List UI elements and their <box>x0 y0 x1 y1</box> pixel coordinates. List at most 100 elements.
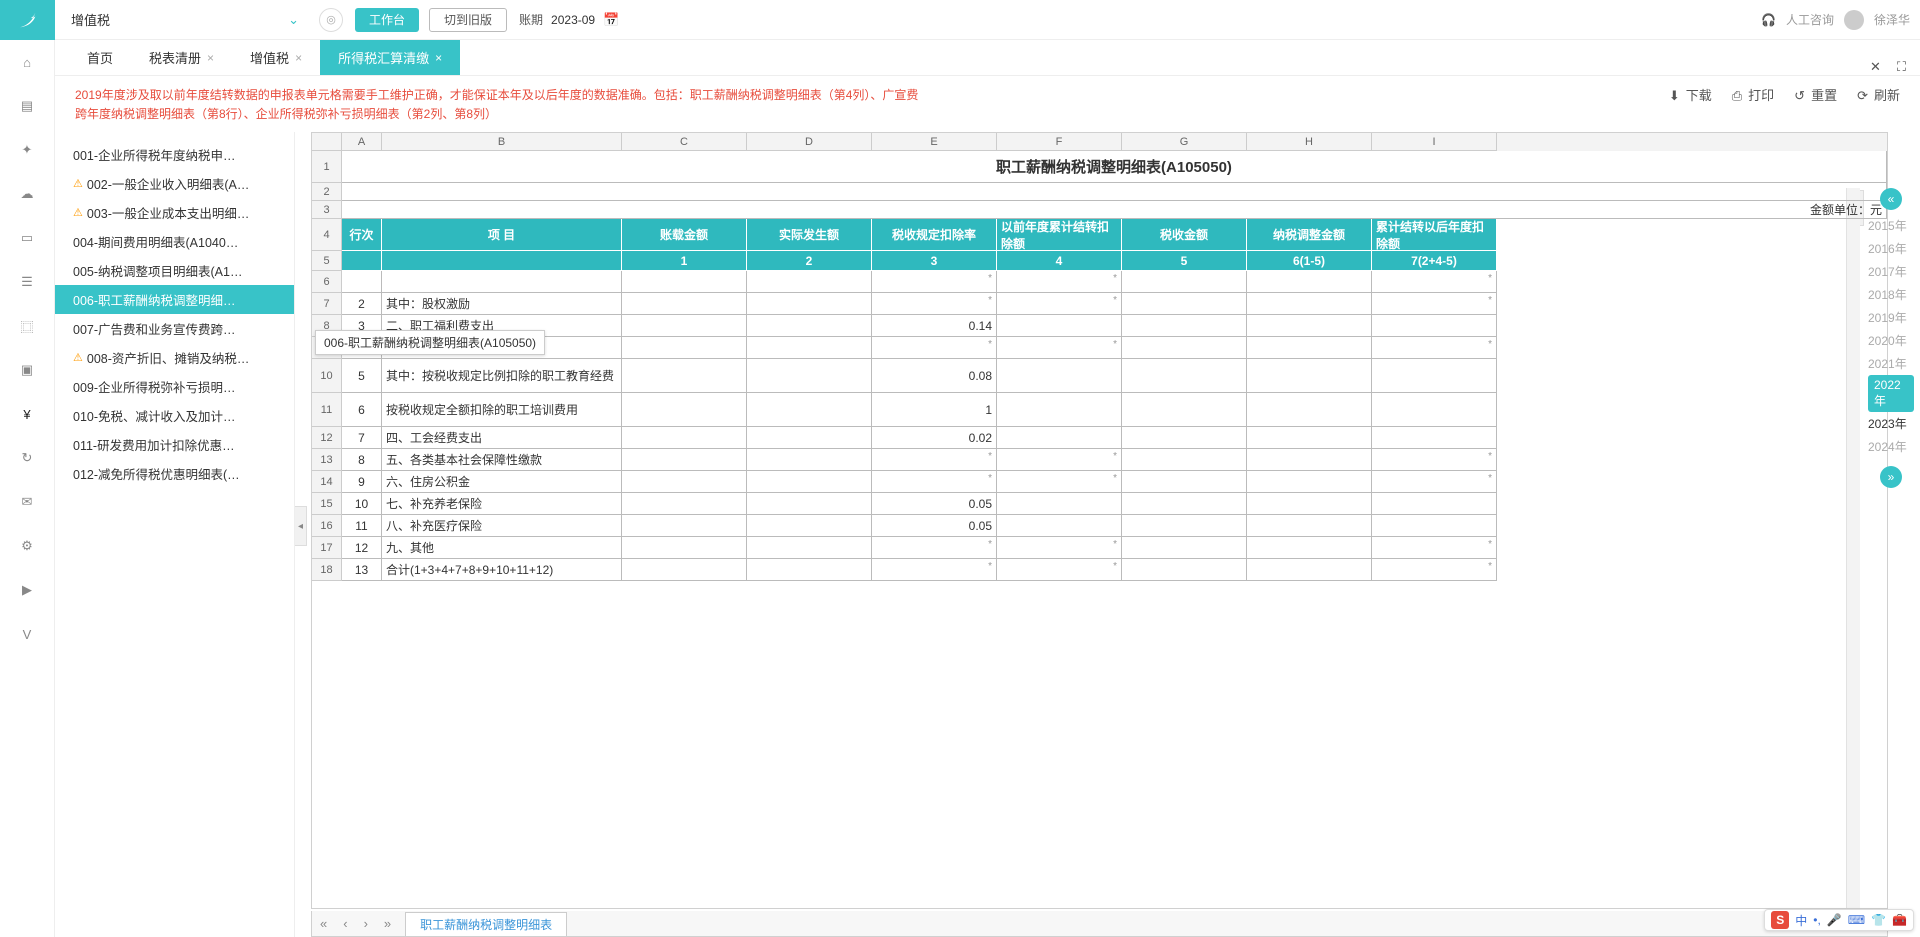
rail-template-icon[interactable]: ⿴ <box>15 314 39 338</box>
cell[interactable]: 5 <box>342 359 382 393</box>
rail-clipboard-icon[interactable]: ▭ <box>15 226 39 250</box>
cell[interactable] <box>1247 293 1372 315</box>
cell[interactable]: 0.08 <box>872 359 997 393</box>
cell[interactable]: * <box>997 293 1122 315</box>
year-option[interactable]: 2022年 <box>1868 375 1914 412</box>
cell[interactable]: 6 <box>342 393 382 427</box>
close-icon[interactable]: × <box>435 51 442 65</box>
cell[interactable] <box>747 393 872 427</box>
col-header[interactable]: C <box>622 133 747 151</box>
print-button[interactable]: ⎙打印 <box>1732 86 1774 107</box>
year-option[interactable]: 2024年 <box>1868 435 1914 458</box>
refresh-button[interactable]: ⟳刷新 <box>1857 86 1900 107</box>
cell[interactable] <box>1247 427 1372 449</box>
cell[interactable]: 七、补充养老保险 <box>382 493 622 515</box>
cell[interactable] <box>1122 337 1247 359</box>
cell[interactable]: * <box>872 271 997 293</box>
tab-所得税汇算清缴[interactable]: 所得税汇算清缴× <box>320 40 460 75</box>
cell[interactable]: 0.05 <box>872 515 997 537</box>
year-scroll-up[interactable]: « <box>1880 188 1902 210</box>
sheet-nav-prev[interactable]: ‹ <box>335 916 355 931</box>
cell[interactable]: 五、各类基本社会保障性缴款 <box>382 449 622 471</box>
workspace-button[interactable]: 工作台 <box>355 8 419 32</box>
cell[interactable]: 13 <box>342 559 382 581</box>
cell[interactable]: * <box>1372 559 1497 581</box>
cell[interactable] <box>622 293 747 315</box>
cell[interactable]: 2 <box>342 293 382 315</box>
col-header[interactable]: E <box>872 133 997 151</box>
rail-list-icon[interactable]: ☰ <box>15 270 39 294</box>
cell[interactable] <box>622 337 747 359</box>
cell[interactable] <box>622 493 747 515</box>
tree-item[interactable]: ⚠008-资产折旧、摊销及纳税… <box>55 343 294 372</box>
cell[interactable] <box>1247 315 1372 337</box>
cell[interactable] <box>1122 359 1247 393</box>
cell[interactable]: 其中：股权激励 <box>382 293 622 315</box>
row-header[interactable]: 10 <box>312 359 342 393</box>
rail-image-icon[interactable]: ▣ <box>15 358 39 382</box>
cell[interactable] <box>1247 471 1372 493</box>
cell[interactable]: * <box>872 559 997 581</box>
cell[interactable]: 八、补充医疗保险 <box>382 515 622 537</box>
row-header[interactable]: 3 <box>312 201 342 219</box>
cell[interactable] <box>622 449 747 471</box>
cell[interactable]: * <box>872 337 997 359</box>
cell[interactable] <box>997 493 1122 515</box>
year-option[interactable]: 2021年 <box>1868 352 1914 375</box>
cell[interactable]: * <box>1372 537 1497 559</box>
tree-item[interactable]: 004-期间费用明细表(A1040… <box>55 227 294 256</box>
tab-增值税[interactable]: 增值税× <box>232 40 320 75</box>
row-header[interactable]: 17 <box>312 537 342 559</box>
cell[interactable] <box>1247 449 1372 471</box>
cell[interactable]: * <box>997 449 1122 471</box>
close-icon[interactable]: × <box>295 51 302 65</box>
cell[interactable]: * <box>1372 293 1497 315</box>
consult-link[interactable]: 人工咨询 <box>1786 11 1834 28</box>
row-header[interactable]: 18 <box>312 559 342 581</box>
cell[interactable] <box>1372 359 1497 393</box>
cell[interactable] <box>747 271 872 293</box>
col-header[interactable]: I <box>1372 133 1497 151</box>
calendar-icon[interactable]: 📅 <box>603 12 619 28</box>
cell[interactable] <box>382 271 622 293</box>
tree-item[interactable]: 006-职工薪酬纳税调整明细… <box>55 285 294 314</box>
cell[interactable] <box>1247 559 1372 581</box>
cell[interactable]: 7 <box>342 427 382 449</box>
cell[interactable] <box>1122 315 1247 337</box>
cell[interactable] <box>747 337 872 359</box>
cell[interactable] <box>997 315 1122 337</box>
tree-item[interactable]: ⚠002-一般企业收入明细表(A… <box>55 169 294 198</box>
cell[interactable] <box>747 493 872 515</box>
cell[interactable] <box>342 183 1887 201</box>
cell[interactable] <box>747 537 872 559</box>
download-button[interactable]: ⬇下载 <box>1669 86 1712 107</box>
row-header[interactable]: 14 <box>312 471 342 493</box>
row-header[interactable]: 4 <box>312 219 342 251</box>
tree-item[interactable]: 010-免税、减计收入及加计… <box>55 401 294 430</box>
cell[interactable] <box>747 515 872 537</box>
cell[interactable] <box>1122 427 1247 449</box>
cell[interactable] <box>747 315 872 337</box>
cell[interactable] <box>747 293 872 315</box>
cell[interactable]: * <box>997 537 1122 559</box>
cell[interactable] <box>1122 493 1247 515</box>
cell[interactable] <box>747 559 872 581</box>
cell[interactable]: * <box>1372 449 1497 471</box>
cell[interactable] <box>622 537 747 559</box>
tree-item[interactable]: 005-纳税调整项目明细表(A1… <box>55 256 294 285</box>
cell[interactable] <box>1372 493 1497 515</box>
row-header[interactable]: 13 <box>312 449 342 471</box>
ime-bar[interactable]: S 中 •, 🎤 ⌨ 👕 🧰 <box>1764 909 1914 931</box>
col-header[interactable]: B <box>382 133 622 151</box>
cell[interactable]: * <box>872 537 997 559</box>
cell[interactable]: * <box>997 471 1122 493</box>
row-header[interactable]: 6 <box>312 271 342 293</box>
row-header[interactable]: 7 <box>312 293 342 315</box>
expand-icon[interactable]: ⛶ <box>1897 59 1906 75</box>
cell[interactable]: 合计(1+3+4+7+8+9+10+11+12) <box>382 559 622 581</box>
cell[interactable] <box>1247 493 1372 515</box>
year-option[interactable]: 2019年 <box>1868 306 1914 329</box>
rail-refresh-icon[interactable]: ↻ <box>15 446 39 470</box>
cell[interactable]: * <box>1372 337 1497 359</box>
avatar[interactable] <box>1844 10 1864 30</box>
